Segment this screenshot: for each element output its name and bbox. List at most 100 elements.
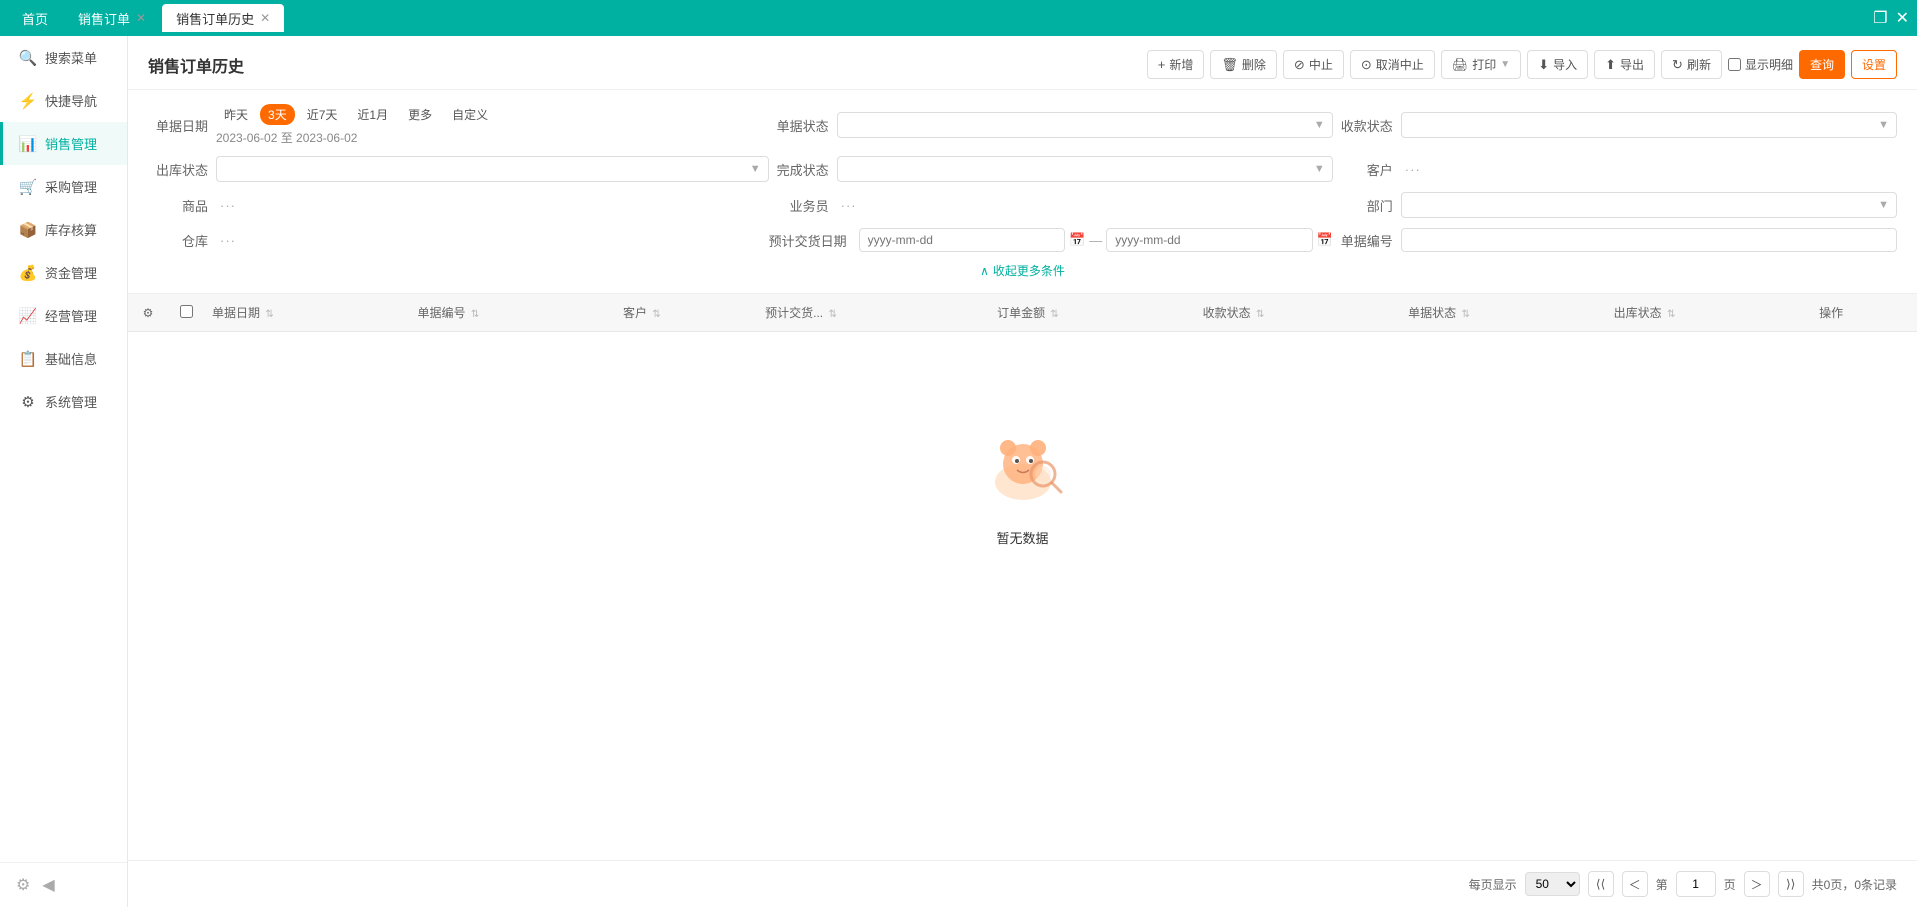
completion-status-select[interactable] bbox=[837, 156, 1333, 182]
filter-completion-status: 完成状态 ▼ bbox=[769, 156, 1333, 182]
export-button[interactable]: ⬆ 导出 bbox=[1594, 50, 1655, 79]
date-chip-yesterday[interactable]: 昨天 bbox=[216, 104, 256, 125]
sidebar-search[interactable]: 🔍 搜索菜单 bbox=[0, 36, 127, 79]
sidebar-item-operations[interactable]: 📈 经营管理 bbox=[0, 294, 127, 337]
col-date[interactable]: 单据日期 ⇅ bbox=[204, 294, 410, 332]
toolbar: + 新增 🗑 删除 ⊘ 中止 ⊙ 取消中止 🖨 打印 bbox=[1147, 50, 1897, 79]
cancel-stop-icon: ⊙ bbox=[1361, 57, 1372, 73]
per-page-select[interactable]: 50 20 100 bbox=[1525, 872, 1580, 896]
sidebar-collapse-icon[interactable]: ◀ bbox=[42, 875, 54, 895]
import-icon: ⬇ bbox=[1538, 57, 1549, 73]
calendar-icon-start[interactable]: 📅 bbox=[1069, 232, 1085, 248]
sort-order-status-icon: ⇅ bbox=[1461, 309, 1469, 320]
filter-expected-delivery: 预计交货日期 📅 — 📅 bbox=[769, 228, 1333, 252]
filter-order-status: 单据状态 ▼ bbox=[769, 112, 1333, 138]
display-columns-checkbox[interactable]: 显示明细 bbox=[1728, 56, 1793, 73]
department-select[interactable] bbox=[1401, 192, 1897, 218]
operations-icon: 📈 bbox=[19, 307, 37, 325]
customer-dots[interactable]: ··· bbox=[1405, 162, 1421, 177]
filter-row-4: 仓库 ··· 预计交货日期 📅 — 📅 单据编号 bbox=[148, 228, 1897, 252]
sidebar-item-sys-mgmt[interactable]: ⚙ 系统管理 bbox=[0, 380, 127, 423]
filter-product: 商品 ··· bbox=[148, 196, 769, 215]
col-customer[interactable]: 客户 ⇅ bbox=[615, 294, 757, 332]
date-label: 单据日期 bbox=[148, 116, 208, 135]
base-info-icon: 📋 bbox=[19, 350, 37, 368]
filter-row-3: 商品 ··· 业务员 ··· 部门 ▼ bbox=[148, 192, 1897, 218]
tab-sales-order[interactable]: 销售订单 ✕ bbox=[64, 4, 160, 32]
new-button[interactable]: + 新增 bbox=[1147, 50, 1205, 79]
import-button[interactable]: ⬇ 导入 bbox=[1527, 50, 1588, 79]
col-actions: 操作 bbox=[1811, 294, 1917, 332]
delivery-status-select[interactable] bbox=[216, 156, 769, 182]
select-all-checkbox[interactable] bbox=[180, 305, 193, 318]
stop-button[interactable]: ⊘ 中止 bbox=[1283, 50, 1344, 79]
filter-department: 部门 ▼ bbox=[1333, 192, 1897, 218]
filter-delivery-status: 出库状态 ▼ bbox=[148, 156, 769, 182]
cancel-stop-button[interactable]: ⊙ 取消中止 bbox=[1350, 50, 1435, 79]
sidebar-item-quick-nav[interactable]: ⚡ 快捷导航 bbox=[0, 79, 127, 122]
expected-delivery-start[interactable] bbox=[859, 228, 1065, 252]
sidebar-item-inventory[interactable]: 📦 库存核算 bbox=[0, 208, 127, 251]
sys-mgmt-icon: ⚙ bbox=[19, 393, 37, 411]
delete-button[interactable]: 🗑 删除 bbox=[1210, 50, 1277, 79]
col-delivery-status[interactable]: 出库状态 ⇅ bbox=[1606, 294, 1812, 332]
col-payment-status[interactable]: 收款状态 ⇅ bbox=[1195, 294, 1401, 332]
date-chips: 昨天 3天 近7天 近1月 更多 自定义 bbox=[216, 104, 769, 125]
table-area: ⚙ 单据日期 ⇅ 单据编号 ⇅ 客户 bbox=[128, 294, 1917, 860]
date-chip-more[interactable]: 更多 bbox=[400, 104, 440, 125]
expected-delivery-end[interactable] bbox=[1106, 228, 1312, 252]
prev-page-btn[interactable]: ＜ bbox=[1622, 871, 1648, 897]
date-chip-month[interactable]: 近1月 bbox=[349, 104, 396, 125]
date-chip-3days[interactable]: 3天 bbox=[260, 104, 295, 125]
page-input[interactable] bbox=[1676, 871, 1716, 897]
col-order-status[interactable]: 单据状态 ⇅ bbox=[1400, 294, 1606, 332]
display-columns-input[interactable] bbox=[1728, 58, 1741, 71]
date-chip-7days[interactable]: 近7天 bbox=[299, 104, 346, 125]
last-page-btn[interactable]: ⟩⟩ bbox=[1778, 871, 1804, 897]
refresh-button[interactable]: ↻ 刷新 bbox=[1661, 50, 1722, 79]
restore-icon[interactable]: ❐ bbox=[1873, 8, 1887, 28]
content-area: 销售订单历史 + 新增 🗑 删除 ⊘ 中止 ⊙ 取消中止 bbox=[128, 36, 1917, 907]
filter-order-number: 单据编号 bbox=[1333, 228, 1897, 252]
sidebar-item-purchase-mgmt[interactable]: 🛒 采购管理 bbox=[0, 165, 127, 208]
empty-state: 暂无数据 bbox=[128, 332, 1917, 627]
salesperson-dots[interactable]: ··· bbox=[841, 198, 857, 213]
col-amount[interactable]: 订单金额 ⇅ bbox=[989, 294, 1195, 332]
page-label-post: 页 bbox=[1724, 876, 1736, 893]
query-button[interactable]: 查询 bbox=[1799, 50, 1845, 79]
order-status-label: 单据状态 bbox=[769, 116, 829, 135]
close-tab-sales-order-history[interactable]: ✕ bbox=[260, 11, 270, 25]
calendar-icon-end[interactable]: 📅 bbox=[1317, 232, 1333, 248]
tab-sales-order-history[interactable]: 销售订单历史 ✕ bbox=[162, 4, 284, 32]
sidebar-item-base-info[interactable]: 📋 基础信息 bbox=[0, 337, 127, 380]
page-label-pre: 第 bbox=[1656, 876, 1668, 893]
payment-status-select[interactable] bbox=[1401, 112, 1897, 138]
collapse-button[interactable]: ∧ 收起更多条件 bbox=[148, 262, 1897, 279]
page-title: 销售订单历史 bbox=[148, 53, 244, 77]
finance-icon: 💰 bbox=[19, 264, 37, 282]
filter-row-2: 出库状态 ▼ 完成状态 ▼ bbox=[148, 156, 1897, 182]
first-page-btn[interactable]: ⟨⟨ bbox=[1588, 871, 1614, 897]
date-chip-custom[interactable]: 自定义 bbox=[444, 104, 496, 125]
print-button[interactable]: 🖨 打印 ▼ bbox=[1441, 50, 1521, 79]
filter-warehouse: 仓库 ··· bbox=[148, 231, 769, 250]
product-dots[interactable]: ··· bbox=[220, 198, 236, 213]
order-status-select[interactable] bbox=[837, 112, 1333, 138]
tab-home[interactable]: 首页 bbox=[8, 4, 62, 32]
col-number[interactable]: 单据编号 ⇅ bbox=[410, 294, 616, 332]
close-tab-sales-order[interactable]: ✕ bbox=[136, 11, 146, 25]
next-page-btn[interactable]: ＞ bbox=[1744, 871, 1770, 897]
purchase-icon: 🛒 bbox=[19, 178, 37, 196]
sidebar-item-finance[interactable]: 💰 资金管理 bbox=[0, 251, 127, 294]
col-delivery-date[interactable]: 预计交货... ⇅ bbox=[757, 294, 989, 332]
table-settings-col[interactable]: ⚙ bbox=[128, 294, 168, 332]
sidebar-settings-icon[interactable]: ⚙ bbox=[16, 875, 30, 895]
close-window-icon[interactable]: ✕ bbox=[1896, 8, 1909, 28]
sort-amount-icon: ⇅ bbox=[1050, 309, 1058, 320]
delivery-status-label: 出库状态 bbox=[148, 160, 208, 179]
order-number-input[interactable] bbox=[1401, 228, 1897, 252]
warehouse-dots[interactable]: ··· bbox=[220, 233, 236, 248]
sidebar-item-sales-mgmt[interactable]: 📊 销售管理 bbox=[0, 122, 127, 165]
settings-button[interactable]: 设置 bbox=[1851, 50, 1897, 79]
empty-text: 暂无数据 bbox=[996, 528, 1048, 547]
